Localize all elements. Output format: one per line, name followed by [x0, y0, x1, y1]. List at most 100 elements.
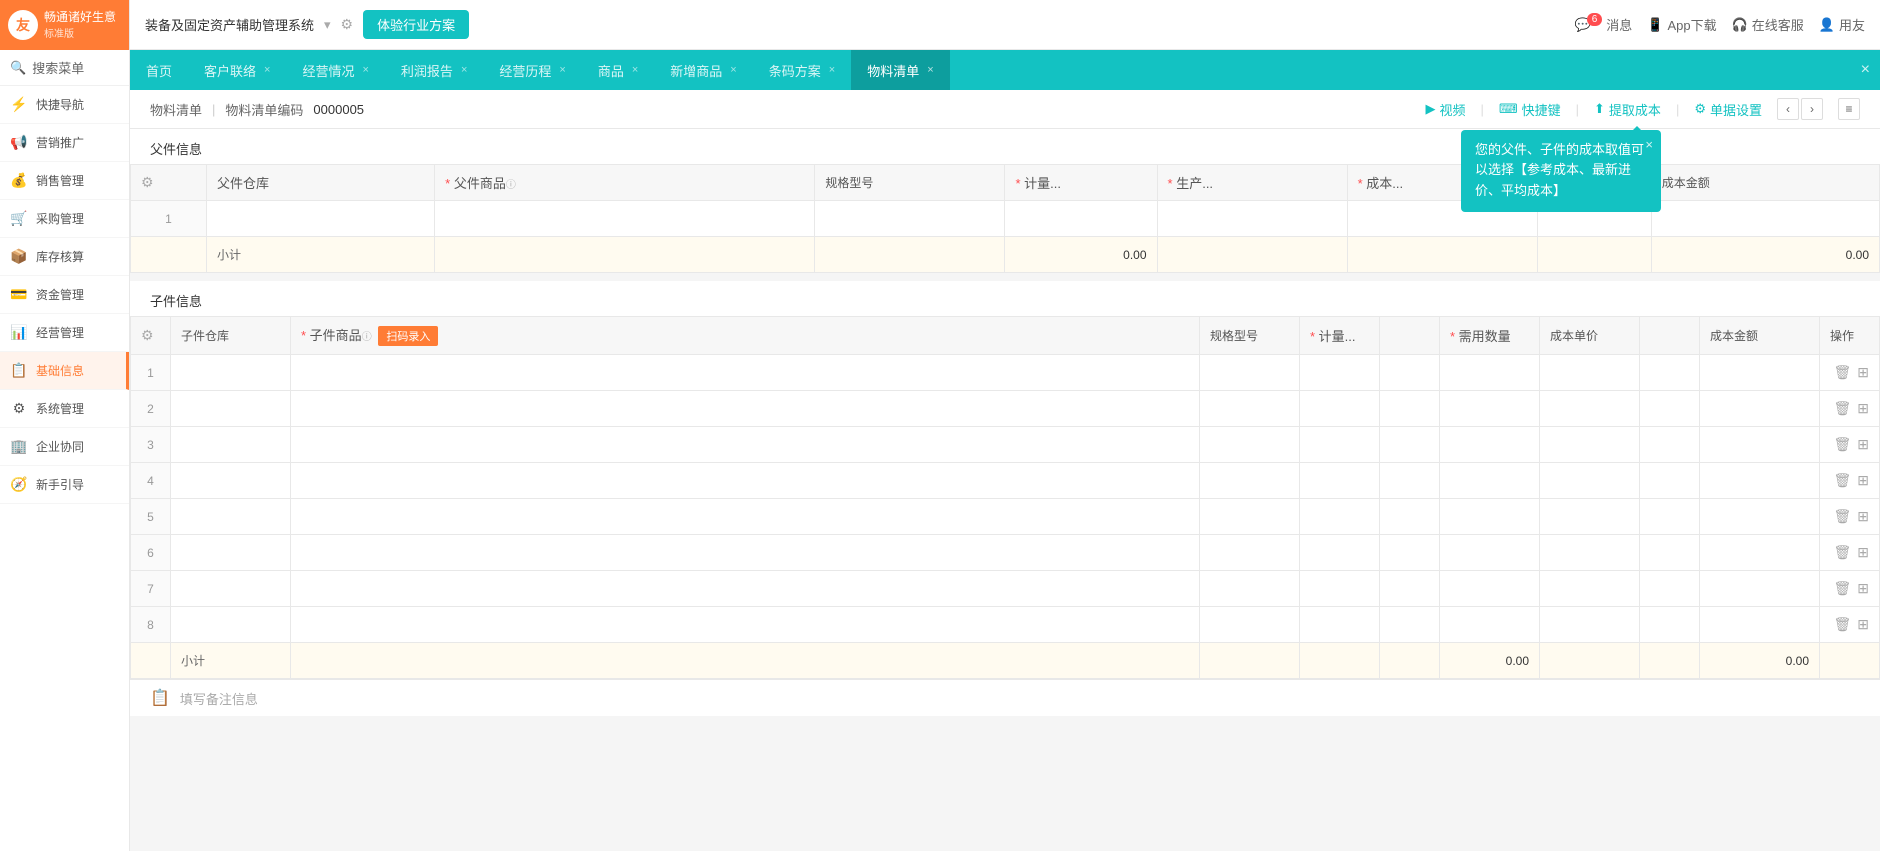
view-btn[interactable]: ▶ 视频: [1425, 100, 1465, 119]
child-row-1-delete-icon[interactable]: 🗑: [1833, 364, 1851, 381]
child-row-2-price[interactable]: [1540, 391, 1640, 427]
user-menu[interactable]: 👤 用友: [1819, 15, 1865, 34]
child-row-5-delete-icon[interactable]: 🗑: [1833, 508, 1851, 525]
scan-input-btn[interactable]: 扫码录入: [378, 326, 438, 346]
tab-barcode[interactable]: 条码方案 ×: [753, 50, 851, 90]
child-row-8-qty[interactable]: [1440, 607, 1540, 643]
tab-goods-close[interactable]: ×: [632, 64, 638, 76]
child-row-4-spec[interactable]: [1200, 463, 1300, 499]
tooltip-close-btn[interactable]: ×: [1645, 135, 1653, 156]
tab-customer-close[interactable]: ×: [264, 64, 270, 76]
sidebar-item-guide[interactable]: 🧭 新手引导: [0, 466, 129, 504]
child-row-4-warehouse[interactable]: [171, 463, 291, 499]
child-row-3-delete-icon[interactable]: 🗑: [1833, 436, 1851, 453]
child-row-2-qty[interactable]: [1440, 391, 1540, 427]
tab-goods[interactable]: 商品 ×: [582, 50, 654, 90]
sidebar-item-inventory[interactable]: 📦 库存核算: [0, 238, 129, 276]
child-row-6-warehouse[interactable]: [171, 535, 291, 571]
message-btn[interactable]: 💬 6 消息: [1575, 15, 1633, 34]
sidebar-item-operation-mgmt[interactable]: 📊 经营管理: [0, 314, 129, 352]
child-row-6-qty[interactable]: [1440, 535, 1540, 571]
gear-icon[interactable]: ⚙: [341, 16, 354, 33]
child-row-1-copy-icon[interactable]: ⊞: [1857, 364, 1869, 381]
child-row-7-delete-icon[interactable]: 🗑: [1833, 580, 1851, 597]
child-row-5-qty[interactable]: [1440, 499, 1540, 535]
child-row-4-price[interactable]: [1540, 463, 1640, 499]
sidebar-item-marketing[interactable]: 📢 营销推广: [0, 124, 129, 162]
child-row-4-copy-icon[interactable]: ⊞: [1857, 472, 1869, 489]
child-row-7-product[interactable]: [291, 571, 1200, 607]
child-row-7-unit[interactable]: [1300, 571, 1380, 607]
sidebar-item-finance[interactable]: 💳 资金管理: [0, 276, 129, 314]
sidebar-item-basic-info[interactable]: 📋 基础信息: [0, 352, 129, 390]
child-row-8-price[interactable]: [1540, 607, 1640, 643]
child-row-1-price[interactable]: [1540, 355, 1640, 391]
tab-barcode-close[interactable]: ×: [829, 64, 835, 76]
child-row-2-warehouse[interactable]: [171, 391, 291, 427]
extract-cost-btn[interactable]: ⬆ 提取成本 × 您的父件、子件的成本取值可以选择【参考成本、最新进价、平均成本…: [1594, 100, 1661, 119]
parent-row-1-unit[interactable]: [1005, 201, 1157, 237]
child-row-8-product[interactable]: [291, 607, 1200, 643]
child-row-8-copy-icon[interactable]: ⊞: [1857, 616, 1869, 633]
child-row-3-product[interactable]: [291, 427, 1200, 463]
child-row-3-spec[interactable]: [1200, 427, 1300, 463]
child-row-5-product[interactable]: [291, 499, 1200, 535]
child-row-2-unit[interactable]: [1300, 391, 1380, 427]
tab-bom[interactable]: 物料清单 ×: [851, 50, 949, 90]
child-row-4-delete-icon[interactable]: 🗑: [1833, 472, 1851, 489]
tab-history-close[interactable]: ×: [559, 64, 565, 76]
child-row-1-spec[interactable]: [1200, 355, 1300, 391]
child-row-1-product[interactable]: [291, 355, 1200, 391]
child-row-4-product[interactable]: [291, 463, 1200, 499]
parent-row-1-produce[interactable]: [1157, 201, 1347, 237]
child-row-5-spec[interactable]: [1200, 499, 1300, 535]
child-row-6-copy-icon[interactable]: ⊞: [1857, 544, 1869, 561]
prev-btn[interactable]: ‹: [1777, 98, 1799, 120]
child-row-5-warehouse[interactable]: [171, 499, 291, 535]
child-row-6-spec[interactable]: [1200, 535, 1300, 571]
child-row-4-unit[interactable]: [1300, 463, 1380, 499]
child-settings-icon[interactable]: ⚙: [141, 327, 154, 343]
tab-operation[interactable]: 经营情况 ×: [286, 50, 384, 90]
child-row-6-delete-icon[interactable]: 🗑: [1833, 544, 1851, 561]
child-row-2-spec[interactable]: [1200, 391, 1300, 427]
child-row-6-price[interactable]: [1540, 535, 1640, 571]
child-row-3-price[interactable]: [1540, 427, 1640, 463]
child-row-2-copy-icon[interactable]: ⊞: [1857, 400, 1869, 417]
child-row-6-product[interactable]: [291, 535, 1200, 571]
child-row-3-qty[interactable]: [1440, 427, 1540, 463]
sidebar-search[interactable]: 🔍 搜索菜单: [0, 50, 129, 86]
child-row-8-spec[interactable]: [1200, 607, 1300, 643]
child-row-3-warehouse[interactable]: [171, 427, 291, 463]
tab-profit[interactable]: 利润报告 ×: [385, 50, 483, 90]
try-button[interactable]: 体验行业方案: [363, 10, 469, 39]
app-download-btn[interactable]: 📱 App下载: [1647, 15, 1716, 34]
child-row-6-unit[interactable]: [1300, 535, 1380, 571]
child-row-2-delete-icon[interactable]: 🗑: [1833, 400, 1851, 417]
child-row-3-unit[interactable]: [1300, 427, 1380, 463]
tab-profit-close[interactable]: ×: [461, 64, 467, 76]
sidebar-item-system[interactable]: ⚙ 系统管理: [0, 390, 129, 428]
tab-more-icon[interactable]: ×: [1861, 61, 1870, 79]
child-row-5-price[interactable]: [1540, 499, 1640, 535]
child-row-5-copy-icon[interactable]: ⊞: [1857, 508, 1869, 525]
tab-new-goods-close[interactable]: ×: [730, 64, 736, 76]
child-row-8-unit[interactable]: [1300, 607, 1380, 643]
sidebar-item-quick-nav[interactable]: ⚡ 快捷导航: [0, 86, 129, 124]
shortcut-btn[interactable]: ⌨ 快捷键: [1499, 100, 1561, 119]
single-settings-btn[interactable]: ⚙ 单据设置: [1694, 100, 1762, 119]
online-service-btn[interactable]: 🎧 在线客服: [1732, 15, 1804, 34]
child-row-7-price[interactable]: [1540, 571, 1640, 607]
footer-hint[interactable]: 填写备注信息: [180, 689, 258, 708]
sidebar-item-sales[interactable]: 💰 销售管理: [0, 162, 129, 200]
parent-row-1-warehouse[interactable]: [207, 201, 435, 237]
parent-row-1-product[interactable]: [435, 201, 815, 237]
tab-customer[interactable]: 客户联络 ×: [188, 50, 286, 90]
child-row-8-warehouse[interactable]: [171, 607, 291, 643]
child-row-5-unit[interactable]: [1300, 499, 1380, 535]
parent-settings-icon[interactable]: ⚙: [141, 174, 154, 190]
sidebar-item-purchase[interactable]: 🛒 采购管理: [0, 200, 129, 238]
child-row-2-product[interactable]: [291, 391, 1200, 427]
child-row-7-copy-icon[interactable]: ⊞: [1857, 580, 1869, 597]
next-btn[interactable]: ›: [1801, 98, 1823, 120]
